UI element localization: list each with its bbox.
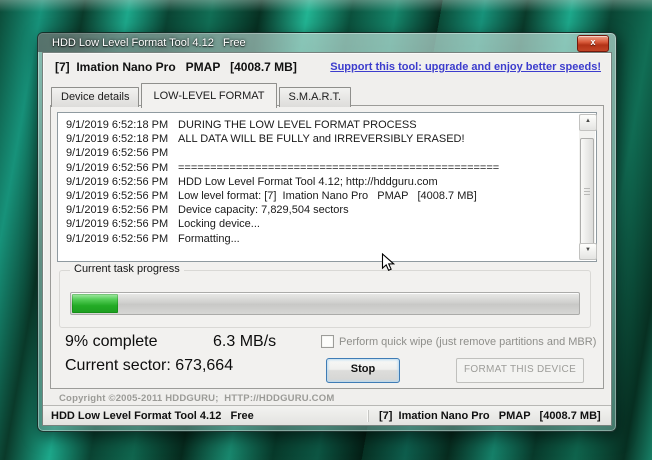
progress-groupbox: Current task progress [59, 270, 591, 328]
format-this-device-button[interactable]: FORMAT THIS DEVICE [456, 358, 584, 383]
device-info-header: [7] Imation Nano Pro PMAP [4008.7 MB] [55, 60, 297, 74]
status-bar: HDD Low Level Format Tool 4.12 Free [7] … [43, 405, 611, 425]
tab-smart[interactable]: S.M.A.R.T. [279, 87, 352, 107]
log-box: 9/1/2019 6:52:18 PMDURING THE LOW LEVEL … [57, 112, 597, 262]
current-sector-label: Current sector: 673,664 [65, 357, 233, 375]
status-bar-device: [7] Imation Nano Pro PMAP [4008.7 MB] [368, 410, 611, 422]
percent-complete-label: 9% complete [65, 333, 158, 351]
quick-wipe-checkbox[interactable] [321, 335, 334, 348]
tab-bar: Device details LOW-LEVEL FORMAT S.M.A.R.… [51, 83, 353, 107]
log-entry: 9/1/2019 6:52:56 PMLow level format: [7]… [66, 189, 579, 203]
log-entry: 9/1/2019 6:52:56 PM [66, 146, 579, 160]
log-scrollbar[interactable]: ▲ ▼ [579, 114, 595, 260]
copyright-text: Copyright ©2005-2011 HDDGURU; HTTP://HDD… [59, 393, 334, 404]
close-icon[interactable]: x [577, 35, 609, 52]
log-entry: 9/1/2019 6:52:18 PMDURING THE LOW LEVEL … [66, 118, 579, 132]
window-client-area: [7] Imation Nano Pro PMAP [4008.7 MB] Su… [42, 52, 612, 426]
app-window: HDD Low Level Format Tool 4.12 Free x [7… [37, 32, 617, 432]
log-entry: 9/1/2019 6:52:56 PMDevice capacity: 7,82… [66, 203, 579, 217]
quick-wipe-row: Perform quick wipe (just remove partitio… [321, 335, 596, 348]
log-entry: 9/1/2019 6:52:56 PM=====================… [66, 161, 579, 175]
status-bar-left: HDD Low Level Format Tool 4.12 Free [43, 410, 368, 422]
scrollbar-thumb[interactable] [580, 138, 594, 246]
log-entry: 9/1/2019 6:52:18 PMALL DATA WILL BE FULL… [66, 132, 579, 146]
window-title: HDD Low Level Format Tool 4.12 Free [52, 37, 246, 49]
quick-wipe-label: Perform quick wipe (just remove partitio… [339, 336, 596, 348]
progress-fill [72, 294, 118, 313]
progress-bar [70, 292, 580, 315]
speed-label: 6.3 MB/s [213, 333, 276, 351]
log-list: 9/1/2019 6:52:18 PMDURING THE LOW LEVEL … [58, 113, 579, 261]
progress-group-label: Current task progress [70, 263, 184, 275]
log-entry: 9/1/2019 6:52:56 PMHDD Low Level Format … [66, 175, 579, 189]
tab-low-level-format[interactable]: LOW-LEVEL FORMAT [141, 83, 276, 108]
support-link[interactable]: Support this tool: upgrade and enjoy bet… [330, 61, 601, 73]
low-level-format-panel: 9/1/2019 6:52:18 PMDURING THE LOW LEVEL … [50, 105, 604, 389]
stop-button[interactable]: Stop [326, 358, 400, 383]
scroll-down-icon[interactable]: ▼ [579, 243, 597, 260]
desktop-wallpaper: HDD Low Level Format Tool 4.12 Free x [7… [0, 0, 652, 460]
log-entry: 9/1/2019 6:52:56 PMFormatting... [66, 232, 579, 246]
window-titlebar[interactable]: HDD Low Level Format Tool 4.12 Free x [38, 33, 616, 52]
tab-device-details[interactable]: Device details [51, 87, 139, 107]
scroll-up-icon[interactable]: ▲ [579, 114, 597, 131]
log-entry: 9/1/2019 6:52:56 PMLocking device... [66, 217, 579, 231]
